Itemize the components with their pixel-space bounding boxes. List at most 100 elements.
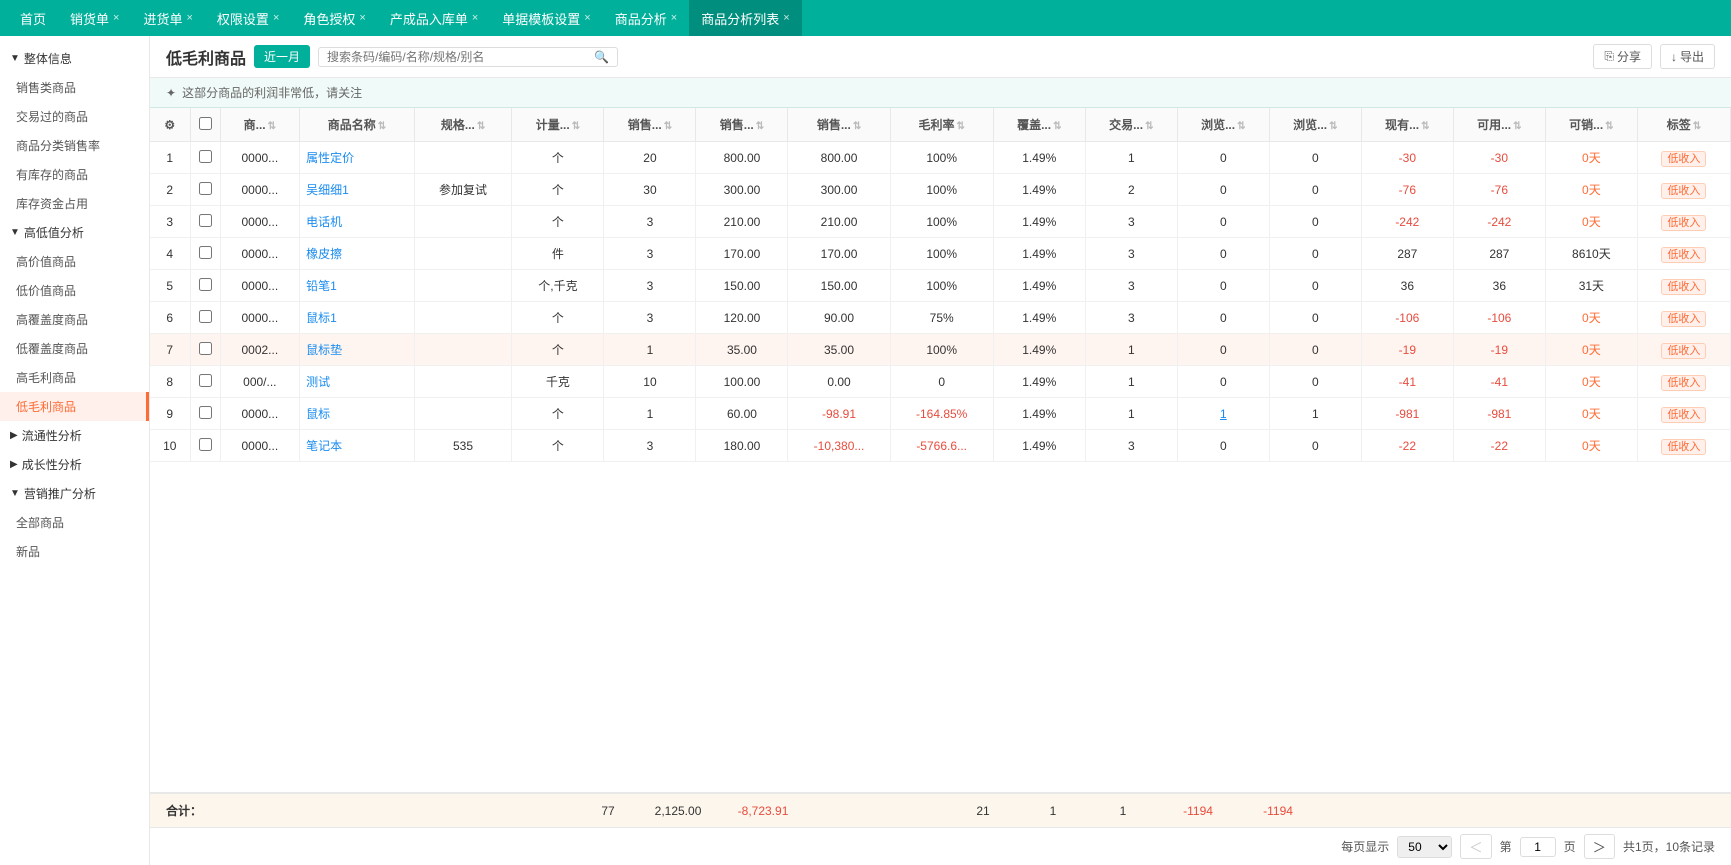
sidebar-item-high-coverage[interactable]: 高覆盖度商品 xyxy=(0,305,149,334)
row-gross-margin: 100% xyxy=(890,142,993,174)
row-view2: 0 xyxy=(1269,206,1361,238)
row-checkbox[interactable] xyxy=(190,206,220,238)
row-sales-qty: 30 xyxy=(604,174,696,206)
chevron-right-icon: ▶ xyxy=(10,430,18,441)
per-page-select[interactable]: 50 100 200 xyxy=(1397,836,1452,858)
share-button[interactable]: ⎘ 分享 xyxy=(1593,44,1652,69)
row-name[interactable]: 鼠标1 xyxy=(300,302,414,334)
nav-product-analysis-list[interactable]: 商品分析列表 × xyxy=(689,0,801,36)
sidebar-item-low-coverage[interactable]: 低覆盖度商品 xyxy=(0,334,149,363)
sidebar-item-low-gross[interactable]: 低毛利商品 xyxy=(0,392,149,421)
row-checkbox[interactable] xyxy=(190,334,220,366)
row-select-checkbox[interactable] xyxy=(199,438,212,451)
filter-button[interactable]: 近一月 xyxy=(254,45,310,68)
row-name[interactable]: 铅笔1 xyxy=(300,270,414,302)
close-icon[interactable]: × xyxy=(783,12,789,24)
row-view1[interactable]: 1 xyxy=(1177,398,1269,430)
row-coverage: 1.49% xyxy=(993,398,1085,430)
row-checkbox[interactable] xyxy=(190,302,220,334)
row-index: 6 xyxy=(150,302,190,334)
nav-sales-order[interactable]: 销货单 × xyxy=(58,0,131,36)
sidebar-item-stock-capital[interactable]: 库存资金占用 xyxy=(0,189,149,218)
sidebar-section-overall[interactable]: ▼ 整体信息 xyxy=(0,44,149,73)
sidebar-section-flow[interactable]: ▶ 流通性分析 xyxy=(0,421,149,450)
row-name[interactable]: 鼠标垫 xyxy=(300,334,414,366)
sidebar-item-all-goods[interactable]: 全部商品 xyxy=(0,508,149,537)
row-name[interactable]: 鼠标 xyxy=(300,398,414,430)
close-icon[interactable]: × xyxy=(186,12,192,24)
th-code: 商...⇅ xyxy=(220,108,300,142)
row-view1: 0 xyxy=(1177,430,1269,462)
row-checkbox[interactable] xyxy=(190,142,220,174)
row-sellable: 0天 xyxy=(1545,142,1637,174)
sidebar-item-category-sales-rate[interactable]: 商品分类销售率 xyxy=(0,131,149,160)
nav-role[interactable]: 角色授权 × xyxy=(291,0,377,36)
row-sellable: 0天 xyxy=(1545,398,1637,430)
row-select-checkbox[interactable] xyxy=(199,374,212,387)
row-name[interactable]: 笔记本 xyxy=(300,430,414,462)
sidebar-section-marketing[interactable]: ▼ 营销推广分析 xyxy=(0,479,149,508)
row-select-checkbox[interactable] xyxy=(199,150,212,163)
sidebar-item-high-value[interactable]: 高价值商品 xyxy=(0,247,149,276)
row-name[interactable]: 测试 xyxy=(300,366,414,398)
select-all-checkbox[interactable] xyxy=(199,117,212,130)
row-checkbox[interactable] xyxy=(190,398,220,430)
sidebar-item-in-stock-goods[interactable]: 有库存的商品 xyxy=(0,160,149,189)
prev-page-button[interactable]: ＜ xyxy=(1460,834,1491,859)
sidebar-item-new-goods[interactable]: 新品 xyxy=(0,537,149,566)
pagination: 每页显示 50 100 200 ＜ 第 页 ＞ 共1页，10条记录 xyxy=(150,827,1731,865)
row-spec xyxy=(414,206,512,238)
sidebar-section-value-analysis[interactable]: ▼ 高低值分析 xyxy=(0,218,149,247)
row-select-checkbox[interactable] xyxy=(199,246,212,259)
nav-permission[interactable]: 权限设置 × xyxy=(205,0,291,36)
row-sales-price: 180.00 xyxy=(696,430,788,462)
close-icon[interactable]: × xyxy=(273,12,279,24)
nav-purchase-order[interactable]: 进货单 × xyxy=(131,0,204,36)
row-sellable: 8610天 xyxy=(1545,238,1637,270)
close-icon[interactable]: × xyxy=(671,12,677,24)
row-select-checkbox[interactable] xyxy=(199,214,212,227)
row-available: -30 xyxy=(1453,142,1545,174)
sidebar-item-high-gross[interactable]: 高毛利商品 xyxy=(0,363,149,392)
row-current-stock: -22 xyxy=(1361,430,1453,462)
row-checkbox[interactable] xyxy=(190,238,220,270)
nav-home[interactable]: 首页 xyxy=(8,0,58,36)
next-page-button[interactable]: ＞ xyxy=(1584,834,1615,859)
close-icon[interactable]: × xyxy=(472,12,478,24)
th-settings[interactable]: ⚙ xyxy=(150,108,190,142)
tag-badge: 低收入 xyxy=(1661,343,1706,359)
close-icon[interactable]: × xyxy=(584,12,590,24)
row-current-stock: -41 xyxy=(1361,366,1453,398)
page-number-input[interactable] xyxy=(1520,837,1556,857)
nav-product-analysis[interactable]: 商品分析 × xyxy=(603,0,689,36)
sidebar-section-growth[interactable]: ▶ 成长性分析 xyxy=(0,450,149,479)
row-name[interactable]: 电话机 xyxy=(300,206,414,238)
sidebar-item-traded-goods[interactable]: 交易过的商品 xyxy=(0,102,149,131)
row-select-checkbox[interactable] xyxy=(199,406,212,419)
close-icon[interactable]: × xyxy=(113,12,119,24)
row-code: 0000... xyxy=(220,430,300,462)
search-input[interactable] xyxy=(327,50,594,64)
row-select-checkbox[interactable] xyxy=(199,310,212,323)
row-checkbox[interactable] xyxy=(190,366,220,398)
row-checkbox[interactable] xyxy=(190,270,220,302)
sidebar-item-low-value[interactable]: 低价值商品 xyxy=(0,276,149,305)
nav-product-stock[interactable]: 产成品入库单 × xyxy=(378,0,490,36)
row-name[interactable]: 橡皮擦 xyxy=(300,238,414,270)
nav-template[interactable]: 单据模板设置 × xyxy=(490,0,602,36)
row-select-checkbox[interactable] xyxy=(199,278,212,291)
row-checkbox[interactable] xyxy=(190,430,220,462)
row-checkbox[interactable] xyxy=(190,174,220,206)
row-sales-amount: 170.00 xyxy=(788,238,890,270)
sidebar-item-sales-goods[interactable]: 销售类商品 xyxy=(0,73,149,102)
table-row: 7 0002... 鼠标垫 个 1 35.00 35.00 100% 1.49%… xyxy=(150,334,1731,366)
row-select-checkbox[interactable] xyxy=(199,182,212,195)
row-select-checkbox[interactable] xyxy=(199,342,212,355)
row-name[interactable]: 吴细细1 xyxy=(300,174,414,206)
row-sellable: 0天 xyxy=(1545,302,1637,334)
export-button[interactable]: ↓ 导出 xyxy=(1660,44,1715,69)
close-icon[interactable]: × xyxy=(359,12,365,24)
sidebar: ▼ 整体信息 销售类商品 交易过的商品 商品分类销售率 有库存的商品 库存资金占… xyxy=(0,36,150,865)
row-name[interactable]: 属性定价 xyxy=(300,142,414,174)
search-icon[interactable]: 🔍 xyxy=(594,50,609,64)
